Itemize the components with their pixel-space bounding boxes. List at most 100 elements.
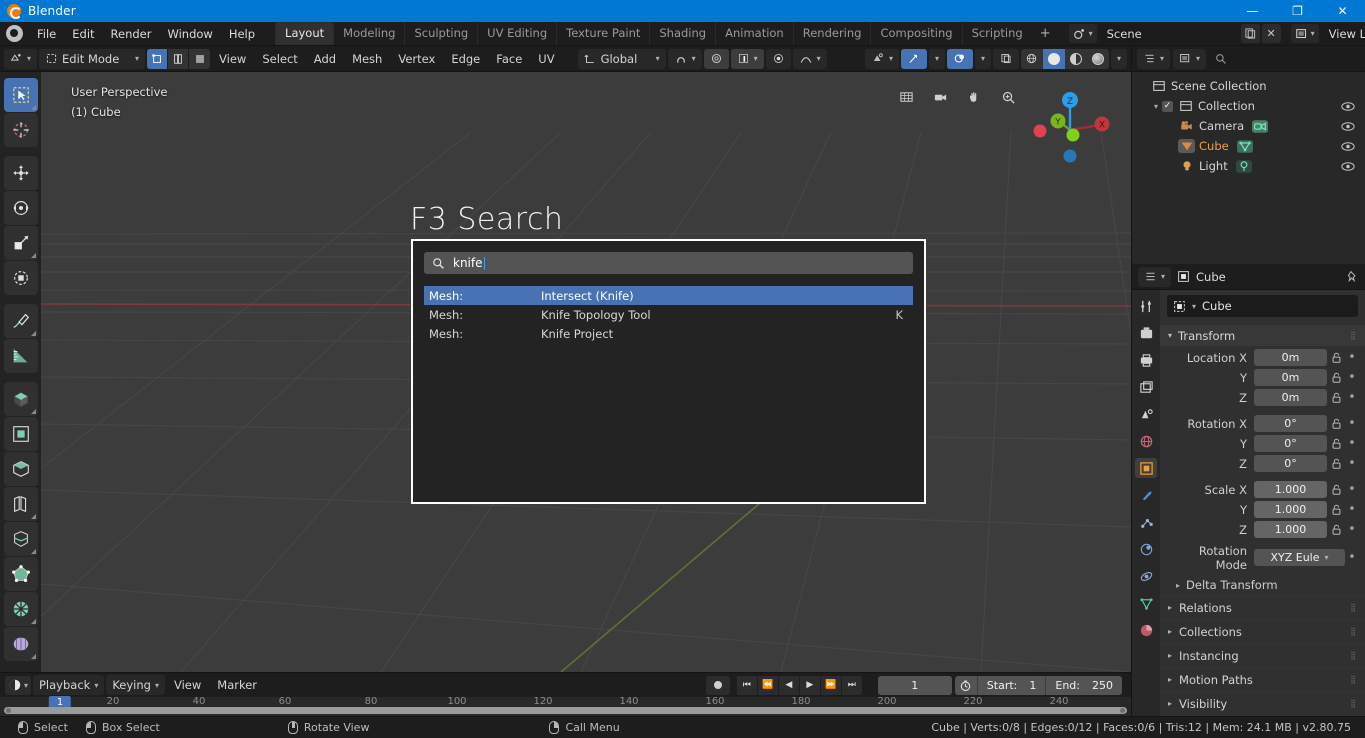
delta-transform-subpanel[interactable]: ▸ Delta Transform xyxy=(1160,575,1365,595)
value-field[interactable]: 1.000 xyxy=(1254,481,1327,498)
proportional-editing-button[interactable] xyxy=(703,48,729,69)
visibility-eye-icon[interactable] xyxy=(1341,141,1355,152)
scene-name-field[interactable]: Scene xyxy=(1098,24,1239,43)
overlays-toggle-button[interactable] xyxy=(946,48,973,69)
menu-add[interactable]: Add xyxy=(307,49,343,69)
value-field[interactable]: 0° xyxy=(1254,435,1327,452)
menu-help[interactable]: Help xyxy=(221,24,263,44)
lock-icon[interactable] xyxy=(1327,524,1345,536)
properties-editor-type-button[interactable]: ▾ xyxy=(1138,266,1172,287)
f3-result-item[interactable]: Mesh: Intersect (Knife) xyxy=(424,286,913,305)
panel-motion-paths[interactable]: ▸ Motion Paths ⣿ xyxy=(1160,667,1365,691)
tab-world[interactable] xyxy=(1135,431,1157,451)
outliner-editor-type-button[interactable]: ▾ xyxy=(1137,48,1171,69)
timeline-scrollbar[interactable] xyxy=(4,707,1127,714)
proportional-falloff-button[interactable]: ▾ xyxy=(730,48,764,69)
menu-face[interactable]: Face xyxy=(489,49,529,69)
value-field[interactable]: 1.000 xyxy=(1254,501,1327,518)
f3-search-input[interactable]: knife xyxy=(424,252,913,274)
tab-constraints[interactable] xyxy=(1135,566,1157,586)
tab-output[interactable] xyxy=(1135,350,1157,370)
new-scene-button[interactable] xyxy=(1240,24,1260,43)
camera-data-icon[interactable] xyxy=(1252,119,1269,134)
xray-toggle-button[interactable] xyxy=(992,48,1019,69)
tab-animation[interactable]: Animation xyxy=(715,22,793,45)
overlays-options-button[interactable]: ▾ xyxy=(974,48,991,69)
maximize-button[interactable]: ❐ xyxy=(1275,0,1320,22)
menu-edge[interactable]: Edge xyxy=(444,49,487,69)
animate-property-dot[interactable]: • xyxy=(1345,550,1359,565)
value-field[interactable]: 0m xyxy=(1254,389,1327,406)
view-layer-browse-button[interactable]: ▾ xyxy=(1290,24,1319,43)
animate-property-dot[interactable]: • xyxy=(1345,502,1359,517)
tab-object[interactable] xyxy=(1135,458,1157,478)
pin-icon[interactable] xyxy=(1346,270,1359,283)
tool-scale[interactable] xyxy=(3,226,38,260)
value-field[interactable]: 0° xyxy=(1254,455,1327,472)
snap-element-button[interactable] xyxy=(765,48,791,69)
tab-view-layer[interactable] xyxy=(1135,377,1157,397)
shading-options-button[interactable]: ▾ xyxy=(1110,48,1127,69)
outliner-row-camera[interactable]: Camera xyxy=(1132,116,1365,136)
lock-icon[interactable] xyxy=(1327,418,1345,430)
tab-tool[interactable] xyxy=(1135,296,1157,316)
menu-playback[interactable]: Playback ▾ xyxy=(33,675,105,695)
menu-marker[interactable]: Marker xyxy=(210,675,264,695)
tool-rotate[interactable] xyxy=(3,191,38,225)
lock-icon[interactable] xyxy=(1327,372,1345,384)
visibility-eye-icon[interactable] xyxy=(1341,101,1355,112)
tool-cursor[interactable] xyxy=(3,113,38,147)
menu-render[interactable]: Render xyxy=(103,24,160,44)
tab-render[interactable] xyxy=(1135,323,1157,343)
tab-compositing[interactable]: Compositing xyxy=(870,22,961,45)
f3-result-item[interactable]: Mesh: Knife Topology Tool K xyxy=(424,305,913,324)
previous-keyframe-button[interactable]: ⏪ xyxy=(757,675,778,695)
mode-selector[interactable]: Edit Mode ▾ xyxy=(39,48,146,69)
tab-object-data[interactable] xyxy=(1135,593,1157,613)
visibility-selector[interactable]: ▾ xyxy=(864,48,899,69)
tool-extrude[interactable] xyxy=(3,417,38,451)
value-field[interactable]: 1.000 xyxy=(1254,521,1327,538)
lock-icon[interactable] xyxy=(1327,352,1345,364)
animate-property-dot[interactable]: • xyxy=(1345,390,1359,405)
timeline-editor-type-button[interactable]: ▾ xyxy=(5,675,31,695)
gizmo-toggle-button[interactable] xyxy=(900,48,927,69)
tool-tweak[interactable] xyxy=(3,78,38,112)
tool-poly-build[interactable] xyxy=(3,557,38,591)
panel-collections[interactable]: ▸ Collections ⣿ xyxy=(1160,619,1365,643)
current-frame-field[interactable]: 1 xyxy=(877,675,952,695)
lock-icon[interactable] xyxy=(1327,504,1345,516)
menu-vertex[interactable]: Vertex xyxy=(391,49,442,69)
mesh-data-icon[interactable] xyxy=(1236,139,1253,154)
outliner-row-collection[interactable]: ▾ ✓ Collection xyxy=(1132,96,1365,116)
menu-keying[interactable]: Keying ▾ xyxy=(106,675,165,695)
remove-scene-button[interactable]: ✕ xyxy=(1261,24,1281,43)
animate-property-dot[interactable]: • xyxy=(1345,436,1359,451)
grid-icon[interactable] xyxy=(893,84,919,110)
f3-result-item[interactable]: Mesh: Knife Project xyxy=(424,324,913,343)
menu-file[interactable]: File xyxy=(29,24,64,44)
transform-panel-header[interactable]: ▾ Transform ⣿ xyxy=(1160,325,1365,346)
add-workspace-button[interactable]: + xyxy=(1032,23,1059,44)
tool-move[interactable] xyxy=(3,156,38,190)
next-keyframe-button[interactable]: ⏩ xyxy=(820,675,841,695)
value-field[interactable]: 0m xyxy=(1254,349,1327,366)
menu-mesh[interactable]: Mesh xyxy=(345,49,389,69)
solid-shading-button[interactable] xyxy=(1042,48,1065,69)
wireframe-shading-button[interactable] xyxy=(1020,48,1043,69)
end-frame-field[interactable]: End: 250 xyxy=(1045,675,1122,695)
lock-icon[interactable] xyxy=(1327,484,1345,496)
record-button[interactable] xyxy=(705,675,730,695)
menu-view[interactable]: View xyxy=(167,675,208,695)
jump-to-end-button[interactable]: ⏭ xyxy=(841,675,862,695)
outliner-row-light[interactable]: Light xyxy=(1132,156,1365,176)
tool-transform[interactable] xyxy=(3,261,38,295)
gizmo-options-button[interactable]: ▾ xyxy=(928,48,945,69)
navigation-gizmo[interactable]: Z Y X xyxy=(1032,80,1116,164)
tab-scene[interactable] xyxy=(1135,404,1157,424)
panel-visibility[interactable]: ▸ Visibility ⣿ xyxy=(1160,691,1365,715)
tab-material[interactable] xyxy=(1135,620,1157,640)
object-name-field[interactable]: ▾ Cube xyxy=(1167,295,1358,317)
visibility-eye-icon[interactable] xyxy=(1341,161,1355,172)
tool-smooth[interactable] xyxy=(3,627,38,661)
